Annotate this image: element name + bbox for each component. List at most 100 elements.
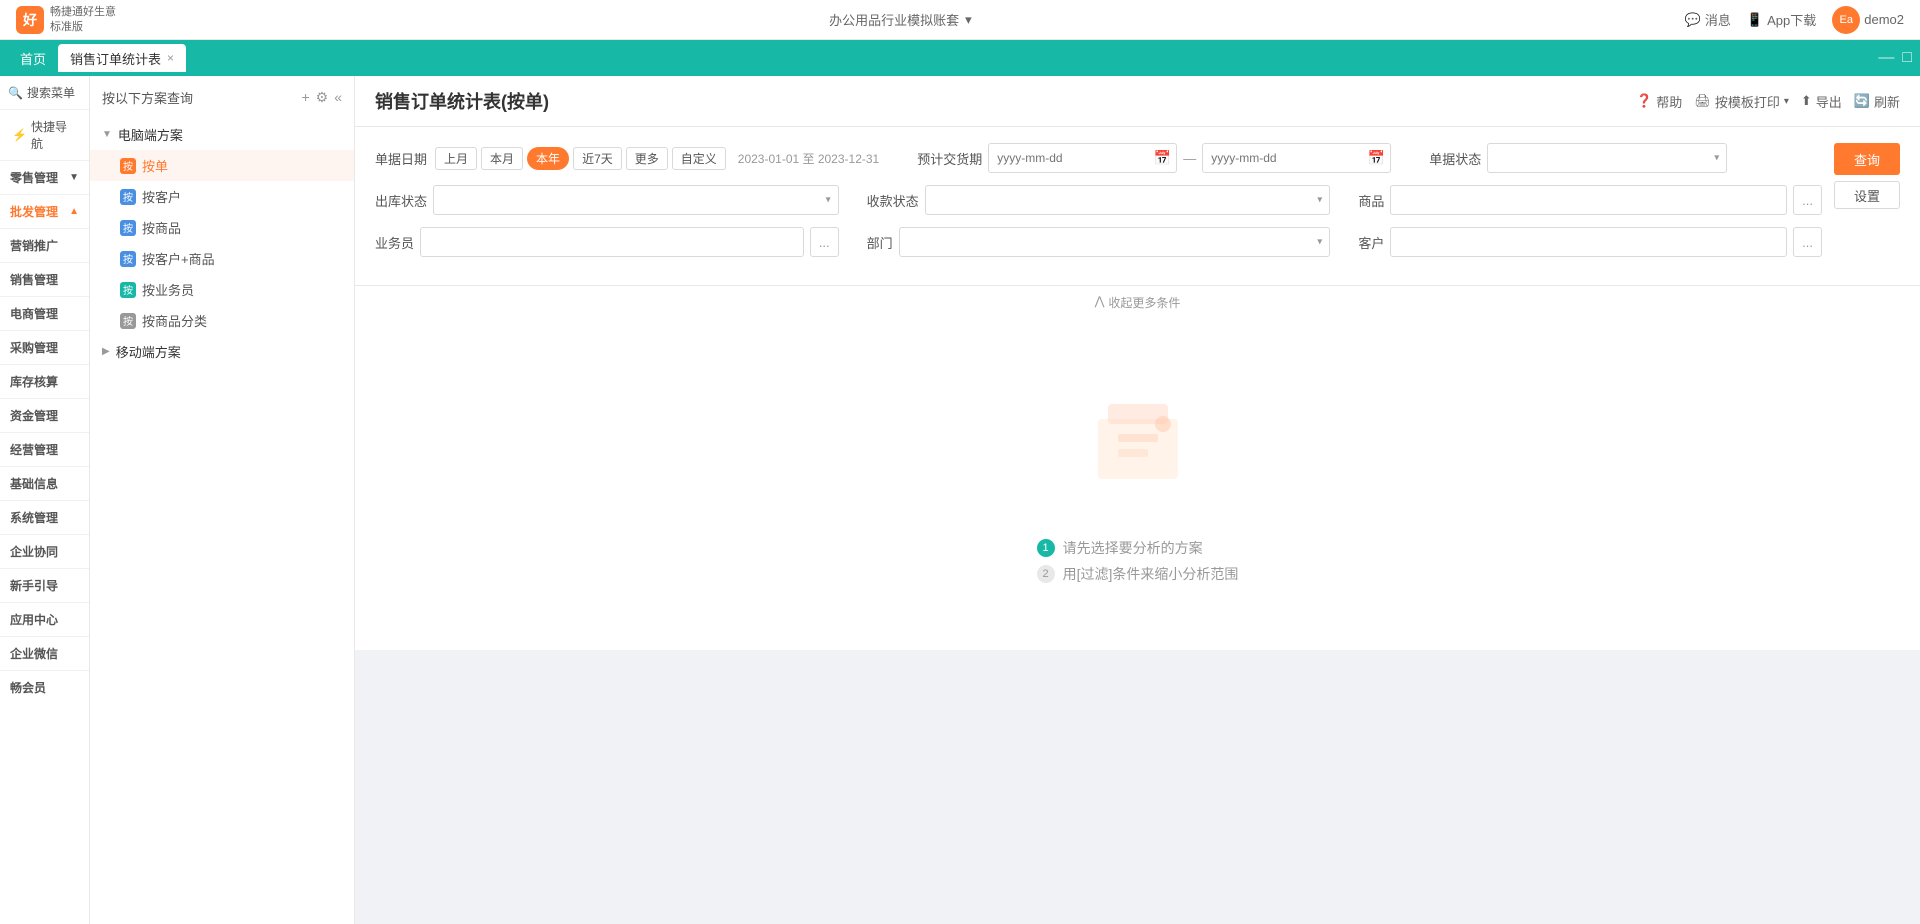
tab-current[interactable]: 销售订单统计表 × <box>58 44 186 72</box>
department-select-wrap: ▾ <box>899 227 1331 257</box>
department-label: 部门 <box>867 233 893 252</box>
customer-dots-btn[interactable]: ... <box>1793 227 1822 257</box>
department-select[interactable] <box>899 227 1331 257</box>
logo-text-line2: 标准版 <box>50 20 116 34</box>
page-title: 销售订单统计表(按单) <box>375 88 549 114</box>
collapse-panel-btn[interactable]: « <box>334 89 342 106</box>
collapse-bar[interactable]: ⋀ 收起更多条件 <box>355 285 1920 319</box>
tree-pc-solutions[interactable]: ▼ 电脑端方案 <box>90 119 354 150</box>
tree-mobile-expand-icon: ▶ <box>102 346 110 357</box>
page-wrapper: 按以下方案查询 + ⚙ « ▼ 电脑端方案 按 按单 <box>90 76 1920 924</box>
left-panel-header-actions: + ⚙ « <box>301 89 342 106</box>
last-7days-btn[interactable]: 近7天 <box>573 147 622 170</box>
help-icon: ❓ <box>1636 93 1652 109</box>
sidebar-search[interactable]: 🔍 搜索菜单 <box>0 76 89 110</box>
tree-item-by-cust-prod[interactable]: 按 按客户+商品 <box>90 243 354 274</box>
bill-status-select-wrap: ▾ <box>1487 143 1727 173</box>
by-cust-prod-label: 按客户+商品 <box>142 249 215 268</box>
tree-item-by-salesperson[interactable]: 按 按业务员 <box>90 274 354 305</box>
tab-close-btn[interactable]: × <box>167 51 174 65</box>
sidebar-section-system[interactable]: 系统管理 <box>0 500 89 534</box>
out-status-select[interactable] <box>433 185 839 215</box>
tab-home[interactable]: 首页 <box>8 44 58 72</box>
print-icon: 🖨 <box>1694 93 1711 109</box>
basic-label: 基础信息 <box>10 475 58 492</box>
product-input[interactable] <box>1390 185 1787 215</box>
sidebar-section-cooperation[interactable]: 企业协同 <box>0 534 89 568</box>
messages-btn[interactable]: 💬 消息 <box>1685 10 1731 29</box>
pc-solution-label: 电脑端方案 <box>118 125 183 144</box>
custom-btn[interactable]: 自定义 <box>672 147 726 170</box>
sidebar-section-marketing[interactable]: 营销推广 <box>0 228 89 262</box>
tree-item-by-category[interactable]: 按 按商品分类 <box>90 305 354 336</box>
more-btn[interactable]: 更多 <box>626 147 668 170</box>
sidebar-section-operation[interactable]: 经营管理 <box>0 432 89 466</box>
add-solution-btn[interactable]: + <box>301 89 309 106</box>
sidebar-section-retail[interactable]: 零售管理 ▼ <box>0 160 89 194</box>
page-title-bar: 销售订单统计表(按单) ❓ 帮助 🖨 按模板打印 ▾ ⬆ <box>355 76 1920 127</box>
left-panel-title: 按以下方案查询 <box>102 88 193 107</box>
sidebar-section-inventory[interactable]: 库存核算 <box>0 364 89 398</box>
template-print-chevron-icon: ▾ <box>1784 96 1789 107</box>
refresh-btn[interactable]: 🔄 刷新 <box>1854 92 1900 111</box>
payment-status-group: 收款状态 ▾ <box>867 185 1331 215</box>
bill-status-select[interactable] <box>1487 143 1727 173</box>
export-btn[interactable]: ⬆ 导出 <box>1801 92 1842 111</box>
tree-item-by-order[interactable]: 按 按单 <box>90 150 354 181</box>
sidebar-section-ecommerce[interactable]: 电商管理 <box>0 296 89 330</box>
customer-input[interactable] <box>1390 227 1787 257</box>
sidebar: 🔍 搜索菜单 ⚡ 快捷导航 零售管理 ▼ 批发管理 ▲ 营销推广 销售管理 电商… <box>0 76 90 924</box>
sidebar-section-newbie[interactable]: 新手引导 <box>0 568 89 602</box>
by-category-label: 按商品分类 <box>142 311 207 330</box>
product-dots-btn[interactable]: ... <box>1793 185 1822 215</box>
tree-section: ▼ 电脑端方案 按 按单 按 按客户 按 按商品 <box>90 115 354 371</box>
app-download-btn[interactable]: 📱 App下载 <box>1747 10 1816 29</box>
page-title-actions: ❓ 帮助 🖨 按模板打印 ▾ ⬆ 导出 🔄 <box>1636 92 1900 111</box>
sidebar-section-apps[interactable]: 应用中心 <box>0 602 89 636</box>
sidebar-section-purchase[interactable]: 采购管理 <box>0 330 89 364</box>
filter-actions-area: 查询 设置 <box>1834 143 1900 209</box>
filter-settings-btn[interactable]: 设置 <box>1834 181 1900 209</box>
last-month-btn[interactable]: 上月 <box>435 147 477 170</box>
collapse-icon: ⋀ <box>1095 294 1105 311</box>
delivery-date-start-input[interactable] <box>988 143 1177 173</box>
this-year-btn[interactable]: 本年 <box>527 147 569 170</box>
marketing-label: 营销推广 <box>10 237 58 254</box>
help-btn[interactable]: ❓ 帮助 <box>1636 92 1682 111</box>
main-layout: 🔍 搜索菜单 ⚡ 快捷导航 零售管理 ▼ 批发管理 ▲ 营销推广 销售管理 电商… <box>0 76 1920 924</box>
tree-item-by-product[interactable]: 按 按商品 <box>90 212 354 243</box>
by-salesperson-label: 按业务员 <box>142 280 194 299</box>
salesperson-dots-btn[interactable]: ... <box>810 227 839 257</box>
payment-status-select[interactable] <box>925 185 1331 215</box>
window-maximize-btn[interactable]: □ <box>1902 49 1912 67</box>
window-minimize-btn[interactable]: — <box>1878 49 1894 67</box>
user-menu[interactable]: Ea demo2 <box>1832 6 1904 34</box>
out-status-label: 出库状态 <box>375 191 427 210</box>
empty-hint-2: 用[过滤]条件来缩小分析范围 <box>1063 564 1239 584</box>
query-btn[interactable]: 查询 <box>1834 143 1900 175</box>
date-filter-btns: 上月 本月 本年 近7天 更多 自定义 <box>435 147 726 170</box>
customer-label: 客户 <box>1358 233 1384 252</box>
sidebar-section-basic[interactable]: 基础信息 <box>0 466 89 500</box>
tree-item-by-customer[interactable]: 按 按客户 <box>90 181 354 212</box>
by-category-icon: 按 <box>120 313 136 329</box>
purchase-label: 采购管理 <box>10 339 58 356</box>
left-panel-header: 按以下方案查询 + ⚙ « <box>90 88 354 115</box>
sidebar-section-wechat[interactable]: 企业微信 <box>0 636 89 670</box>
sidebar-section-sales[interactable]: 销售管理 <box>0 262 89 296</box>
salesperson-input[interactable] <box>420 227 804 257</box>
empty-hint-1: 请先选择要分析的方案 <box>1063 538 1203 558</box>
delivery-date-end-input[interactable] <box>1202 143 1391 173</box>
sidebar-item-quick-nav[interactable]: ⚡ 快捷导航 <box>0 110 89 160</box>
workspace-selector[interactable]: 办公用品行业模拟账套 ▾ <box>829 10 972 29</box>
tree-mobile-solutions[interactable]: ▶ 移动端方案 <box>90 336 354 367</box>
empty-steps: 1 请先选择要分析的方案 2 用[过滤]条件来缩小分析范围 <box>1037 538 1239 590</box>
this-month-btn[interactable]: 本月 <box>481 147 523 170</box>
expected-delivery-label: 预计交货期 <box>917 149 982 168</box>
sidebar-section-finance[interactable]: 资金管理 <box>0 398 89 432</box>
settings-solution-btn[interactable]: ⚙ <box>316 89 329 106</box>
payment-status-select-wrap: ▾ <box>925 185 1331 215</box>
template-print-btn[interactable]: 🖨 按模板打印 ▾ <box>1694 92 1789 111</box>
sidebar-section-wholesale[interactable]: 批发管理 ▲ <box>0 194 89 228</box>
sidebar-section-members[interactable]: 畅会员 <box>0 670 89 704</box>
